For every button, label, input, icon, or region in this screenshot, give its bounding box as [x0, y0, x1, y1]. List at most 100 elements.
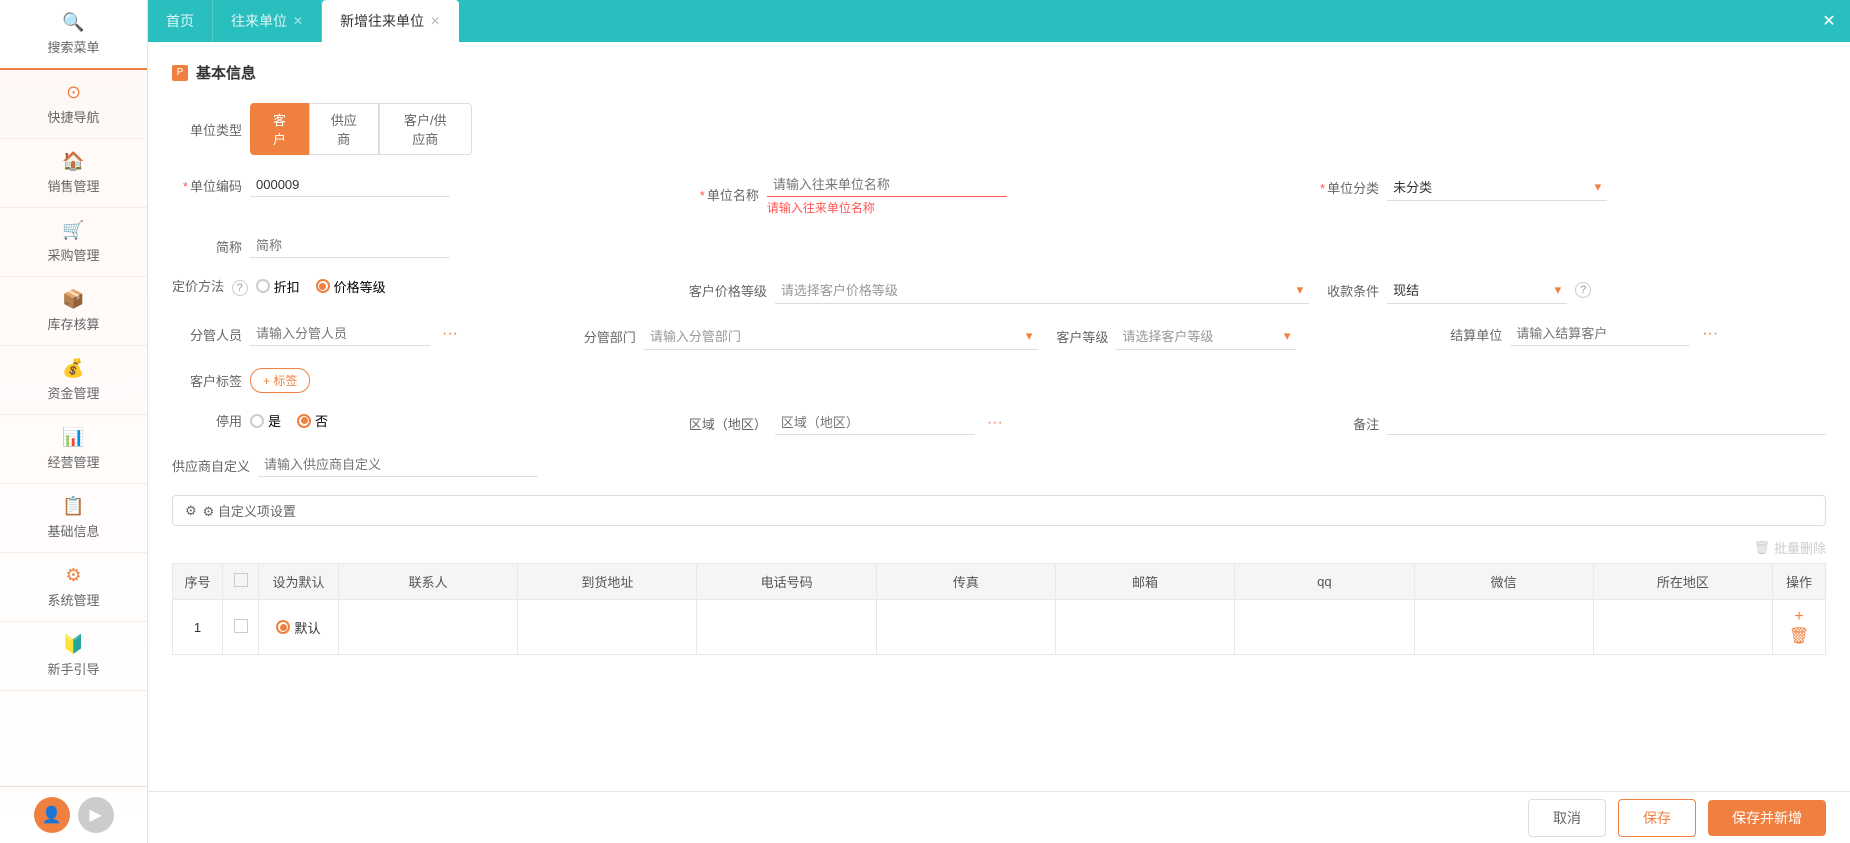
supplier-custom-field: 供应商自定义 — [172, 453, 1826, 477]
sidebar-item-finance[interactable]: 💰 资金管理 — [0, 346, 147, 415]
payment-terms-value: 现结 — [1393, 280, 1419, 299]
radio-discount[interactable]: 折扣 — [256, 277, 300, 296]
add-tag-button[interactable]: + 标签 — [250, 368, 310, 393]
row-no: 1 — [173, 600, 223, 655]
sidebar-item-search[interactable]: 🔍 搜索菜单 — [0, 0, 147, 70]
th-phone: 电话号码 — [697, 564, 876, 600]
sidebar-item-purchase[interactable]: 🛒 采购管理 — [0, 208, 147, 277]
unit-code-field: *单位编码 — [172, 173, 689, 197]
th-email: 邮箱 — [1055, 564, 1234, 600]
unit-category-field: *单位分类 未分类 ▾ — [1309, 173, 1826, 201]
chevron-down-icon: ▾ — [1595, 179, 1602, 195]
unit-name-label: *单位名称 — [689, 185, 759, 204]
sidebar-item-sales[interactable]: 🏠 销售管理 — [0, 139, 147, 208]
wechat-input[interactable] — [1425, 620, 1583, 635]
short-name-input[interactable] — [250, 234, 450, 258]
close-new-partner-icon[interactable]: ✕ — [430, 14, 440, 28]
batch-delete-label[interactable]: 批量删除 — [1774, 538, 1826, 557]
help-icon-pricing[interactable]: ? — [232, 280, 248, 296]
notes-input[interactable] — [1387, 411, 1826, 435]
operations-icon: 📊 — [62, 427, 84, 448]
manager-input[interactable] — [250, 322, 430, 346]
region-input[interactable] — [775, 411, 975, 435]
tab-new-partner[interactable]: 新增往来单位 ✕ — [322, 0, 459, 42]
cancel-button[interactable]: 取消 — [1528, 799, 1606, 837]
payment-terms-select[interactable]: 现结 ▾ — [1387, 276, 1567, 304]
row-qq[interactable] — [1235, 600, 1414, 655]
unit-name-error: 请输入往来单位名称 — [767, 199, 1309, 216]
unit-name-input[interactable] — [767, 173, 1007, 197]
default-radio[interactable]: 默认 — [269, 618, 328, 637]
help-icon-payment[interactable]: ? — [1575, 282, 1591, 298]
supplier-custom-input[interactable] — [258, 453, 538, 477]
radio-no-circle — [297, 414, 311, 428]
home-icon: ⊙ — [66, 82, 81, 103]
chevron-level-icon: ▾ — [1284, 328, 1291, 344]
manager-dots-icon[interactable]: ··· — [438, 325, 462, 343]
sidebar-item-label: 资金管理 — [47, 383, 99, 402]
radio-discount-circle — [256, 279, 270, 293]
manager-label: 分管人员 — [172, 325, 242, 344]
sidebar-item-inventory[interactable]: 📦 库存核算 — [0, 277, 147, 346]
tags-row: 客户标签 + 标签 — [172, 368, 1826, 393]
custom-settings-button[interactable]: ⚙ ⚙ 自定义项设置 — [172, 495, 1826, 526]
phone-input[interactable] — [707, 620, 865, 635]
row-address[interactable] — [518, 600, 697, 655]
sidebar-item-quick-nav[interactable]: ⊙ 快捷导航 — [0, 70, 147, 139]
btn-supplier[interactable]: 供应商 — [309, 103, 379, 155]
user-avatar[interactable]: 👤 — [34, 797, 70, 833]
settlement-dots-icon[interactable]: ··· — [1698, 325, 1722, 343]
expand-icon[interactable]: ▶ — [78, 797, 114, 833]
radio-price-level[interactable]: 价格等级 — [316, 277, 386, 296]
tab-home-label: 首页 — [166, 11, 194, 31]
sidebar-item-guide[interactable]: 🔰 新手引导 — [0, 622, 147, 691]
customer-price-level-label: 客户价格等级 — [689, 281, 767, 300]
add-row-button[interactable]: + — [1794, 608, 1803, 626]
tab-new-partner-label: 新增往来单位 — [340, 11, 424, 31]
sidebar-item-system[interactable]: ⚙ 系统管理 — [0, 553, 147, 622]
th-contact: 联系人 — [339, 564, 518, 600]
row-default: 默认 — [259, 600, 339, 655]
delete-row-button[interactable]: 🗑 — [1789, 626, 1809, 646]
section-title: 基本信息 — [196, 62, 256, 83]
fax-input[interactable] — [887, 620, 1045, 635]
region-cell-input[interactable] — [1604, 620, 1762, 635]
qq-input[interactable] — [1245, 620, 1403, 635]
unit-name-wrapper: 请输入往来单位名称 — [767, 173, 1309, 216]
email-input[interactable] — [1066, 620, 1224, 635]
row-fax[interactable] — [876, 600, 1055, 655]
settlement-input[interactable] — [1510, 322, 1690, 346]
address-input[interactable] — [528, 620, 686, 635]
unit-code-input[interactable] — [250, 173, 450, 197]
save-button[interactable]: 保存 — [1618, 799, 1696, 837]
th-wechat: 微信 — [1414, 564, 1593, 600]
department-select[interactable]: 请输入分管部门 ▾ — [644, 322, 1039, 350]
contact-input[interactable] — [349, 620, 507, 635]
row-contact[interactable] — [339, 600, 518, 655]
radio-no[interactable]: 否 — [297, 411, 328, 430]
customer-level-placeholder: 请选择客户等级 — [1122, 326, 1213, 345]
row-wechat[interactable] — [1414, 600, 1593, 655]
sidebar-item-operations[interactable]: 📊 经营管理 — [0, 415, 147, 484]
table-row: 1 默认 — [173, 600, 1826, 655]
unit-category-select[interactable]: 未分类 ▾ — [1387, 173, 1607, 201]
header-checkbox[interactable] — [234, 573, 248, 587]
unit-type-field: 单位类型 客户 供应商 客户/供应商 — [172, 103, 472, 155]
btn-both[interactable]: 客户/供应商 — [379, 103, 472, 155]
save-new-button[interactable]: 保存并新增 — [1708, 800, 1826, 836]
row-checkbox-input[interactable] — [234, 619, 248, 633]
tab-bar-close-button[interactable]: ✕ — [1808, 0, 1850, 42]
tab-home[interactable]: 首页 — [148, 0, 213, 42]
region-dots-icon[interactable]: ··· — [983, 414, 1007, 432]
tab-partners[interactable]: 往来单位 ✕ — [213, 0, 322, 42]
btn-customer[interactable]: 客户 — [250, 103, 309, 155]
sidebar-item-basic-info[interactable]: 📋 基础信息 — [0, 484, 147, 553]
row-email[interactable] — [1055, 600, 1234, 655]
customer-level-select[interactable]: 请选择客户等级 ▾ — [1116, 322, 1296, 350]
radio-yes[interactable]: 是 — [250, 411, 281, 430]
close-partners-icon[interactable]: ✕ — [293, 14, 303, 28]
row-phone[interactable] — [697, 600, 876, 655]
row-region-cell[interactable] — [1593, 600, 1772, 655]
customer-price-level-select[interactable]: 请选择客户价格等级 ▾ — [775, 276, 1309, 304]
required-star: * — [183, 179, 188, 194]
